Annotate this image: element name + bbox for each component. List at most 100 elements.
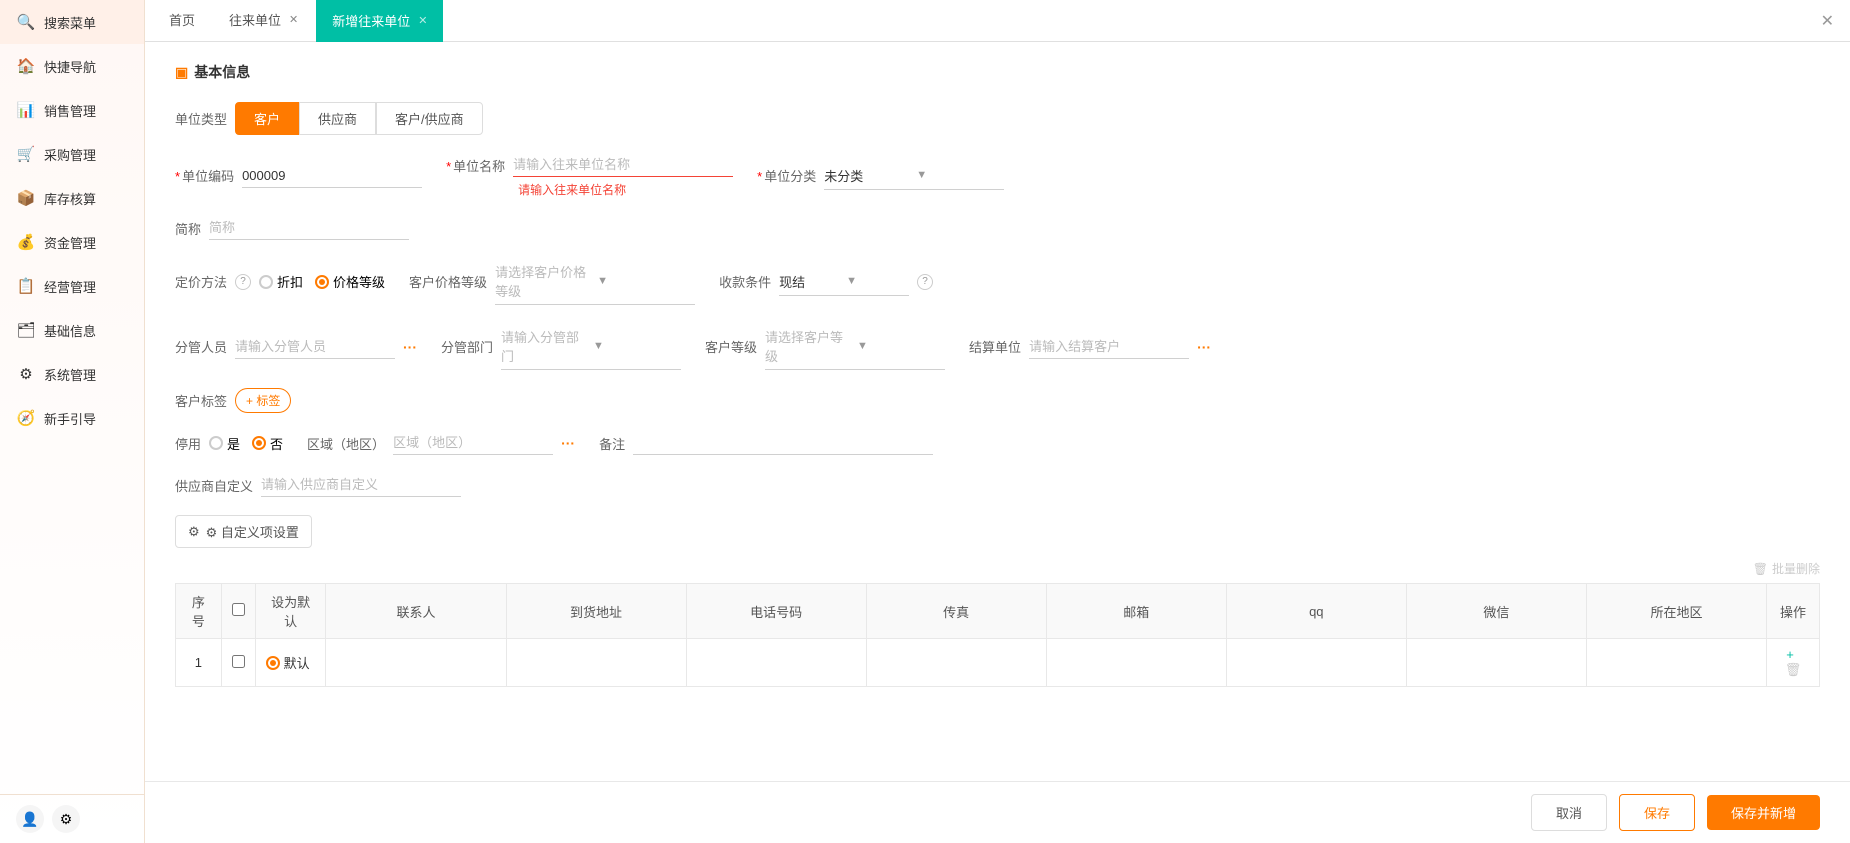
short-name-input[interactable]: [209, 216, 409, 240]
unit-type-supplier[interactable]: 供应商: [299, 102, 376, 135]
pricing-level-radio[interactable]: [315, 275, 329, 289]
pricing-discount[interactable]: 折扣: [259, 272, 303, 291]
supervisor-more-btn[interactable]: ···: [403, 339, 417, 355]
unit-category-field: *单位分类 未分类 ▼: [757, 162, 1004, 190]
cancel-button[interactable]: 取消: [1531, 794, 1607, 831]
payment-terms-select[interactable]: 现结 ▼: [779, 268, 909, 296]
fax-input[interactable]: [877, 655, 1036, 670]
disabled-yes-radio[interactable]: [209, 436, 223, 450]
supervisor-dept-select[interactable]: 请输入分管部门 ▼: [501, 323, 681, 370]
sales-icon: 📊: [16, 100, 36, 120]
pricing-discount-radio[interactable]: [259, 275, 273, 289]
disabled-field: 停用 是 否: [175, 434, 283, 453]
email-input[interactable]: [1057, 655, 1216, 670]
row-select-checkbox[interactable]: [232, 655, 245, 668]
col-region: 所在地区: [1586, 584, 1766, 639]
sidebar-item-basic[interactable]: 🗂 基础信息: [0, 308, 144, 352]
disabled-yes[interactable]: 是: [209, 434, 240, 453]
section-icon: ▣: [175, 64, 188, 81]
close-all-tabs[interactable]: ✕: [1813, 11, 1842, 31]
payment-help-icon[interactable]: ?: [917, 274, 933, 290]
row-phone[interactable]: [686, 639, 866, 687]
disabled-no[interactable]: 否: [252, 434, 283, 453]
unit-type-customer[interactable]: 客户: [235, 102, 299, 135]
row-region-input[interactable]: [1597, 655, 1756, 670]
phone-input[interactable]: [697, 655, 856, 670]
col-check: [221, 584, 255, 639]
purchase-icon: 🛒: [16, 144, 36, 164]
wechat-input[interactable]: [1417, 655, 1576, 670]
sidebar-item-finance[interactable]: 💰 资金管理: [0, 220, 144, 264]
row-default-radio[interactable]: 默认: [266, 653, 316, 672]
unit-code-label: *单位编码: [175, 166, 234, 185]
add-row-btn[interactable]: +: [1786, 647, 1794, 662]
sidebar-item-system[interactable]: ⚙ 系统管理: [0, 352, 144, 396]
main-content: 首页 往来单位 ✕ 新增往来单位 ✕ ✕ ▣ 基本信息 单位类型 客户 供应商 …: [145, 0, 1850, 843]
sidebar-item-purchase[interactable]: 🛒 采购管理: [0, 132, 144, 176]
supplier-custom-input[interactable]: [261, 473, 461, 497]
remark-input[interactable]: [633, 431, 933, 455]
payment-terms-field: 收款条件 现结 ▼ ?: [719, 268, 933, 296]
close-add-partner-tab[interactable]: ✕: [418, 14, 427, 27]
short-name-row: 简称: [175, 216, 1820, 240]
sidebar-item-inventory[interactable]: 📦 库存核算: [0, 176, 144, 220]
supervisor-input[interactable]: [235, 335, 395, 359]
settlement-input[interactable]: [1029, 335, 1189, 359]
row-address[interactable]: [506, 639, 686, 687]
unit-category-select[interactable]: 未分类 ▼: [824, 162, 1004, 190]
customer-price-level-select[interactable]: 请选择客户价格等级 ▼: [495, 258, 695, 305]
payment-chevron: ▼: [846, 275, 909, 287]
row-fax[interactable]: [866, 639, 1046, 687]
operations-icon: 📋: [16, 276, 36, 296]
region-input[interactable]: [393, 431, 553, 455]
customer-level-select[interactable]: 请选择客户等级 ▼: [765, 323, 945, 370]
row-action: + 🗑: [1767, 639, 1820, 687]
pricing-row: 定价方法 ? 折扣 价格等级 客户价格等级 请选择客户价格等级: [175, 258, 1820, 305]
supervisor-field: 分管人员 ···: [175, 335, 417, 359]
table-row: 1 默认: [176, 639, 1820, 687]
address-input[interactable]: [517, 655, 676, 670]
qq-input[interactable]: [1237, 655, 1396, 670]
disabled-no-radio[interactable]: [252, 436, 266, 450]
region-more-btn[interactable]: ···: [561, 435, 575, 451]
unit-name-input[interactable]: [513, 153, 733, 177]
select-all-checkbox[interactable]: [232, 603, 245, 616]
dept-chevron: ▼: [593, 340, 681, 352]
tab-add-partner[interactable]: 新增往来单位 ✕: [316, 0, 443, 42]
pricing-help-icon[interactable]: ?: [235, 274, 251, 290]
tab-partner-list[interactable]: 往来单位 ✕: [213, 0, 314, 42]
col-contact: 联系人: [326, 584, 506, 639]
delete-row-btn[interactable]: 🗑: [1785, 662, 1802, 677]
unit-type-both[interactable]: 客户/供应商: [376, 102, 483, 135]
row-wechat[interactable]: [1406, 639, 1586, 687]
save-new-button[interactable]: 保存并新增: [1707, 795, 1820, 830]
pricing-level[interactable]: 价格等级: [315, 272, 385, 291]
gear-icon: ⚙: [188, 524, 200, 540]
custom-settings-btn[interactable]: ⚙ ⚙ 自定义项设置: [175, 515, 312, 548]
sidebar-item-operations[interactable]: 📋 经营管理: [0, 264, 144, 308]
close-partner-list-tab[interactable]: ✕: [289, 13, 298, 26]
supplier-custom-row: 供应商自定义: [175, 473, 1820, 497]
row-region[interactable]: [1586, 639, 1766, 687]
settings-icon[interactable]: ⚙: [52, 805, 80, 833]
row-checkbox: [221, 639, 255, 687]
sidebar-item-guide[interactable]: 🧭 新手引导: [0, 396, 144, 440]
sidebar-item-search[interactable]: 🔍 搜索菜单: [0, 0, 144, 44]
save-button[interactable]: 保存: [1619, 794, 1695, 831]
sidebar: 🔍 搜索菜单 🏠 快捷导航 📊 销售管理 🛒 采购管理 📦 库存核算 💰 资金管…: [0, 0, 145, 843]
contact-input[interactable]: [336, 655, 495, 670]
row-contact[interactable]: [326, 639, 506, 687]
sidebar-item-sales[interactable]: 📊 销售管理: [0, 88, 144, 132]
unit-type-label: 单位类型: [175, 109, 227, 128]
customer-price-level-field: 客户价格等级 请选择客户价格等级 ▼: [409, 258, 695, 305]
batch-delete-btn[interactable]: 🗑 批量删除: [175, 560, 1820, 577]
tab-home[interactable]: 首页: [153, 0, 211, 42]
row-qq[interactable]: [1226, 639, 1406, 687]
unit-code-input[interactable]: [242, 164, 422, 188]
settlement-more-btn[interactable]: ···: [1197, 339, 1211, 355]
unit-name-field: *单位名称 请输入往来单位名称: [446, 153, 733, 198]
sidebar-item-quicknav[interactable]: 🏠 快捷导航: [0, 44, 144, 88]
add-tag-btn[interactable]: + 标签: [235, 388, 291, 413]
finance-icon: 💰: [16, 232, 36, 252]
row-email[interactable]: [1046, 639, 1226, 687]
